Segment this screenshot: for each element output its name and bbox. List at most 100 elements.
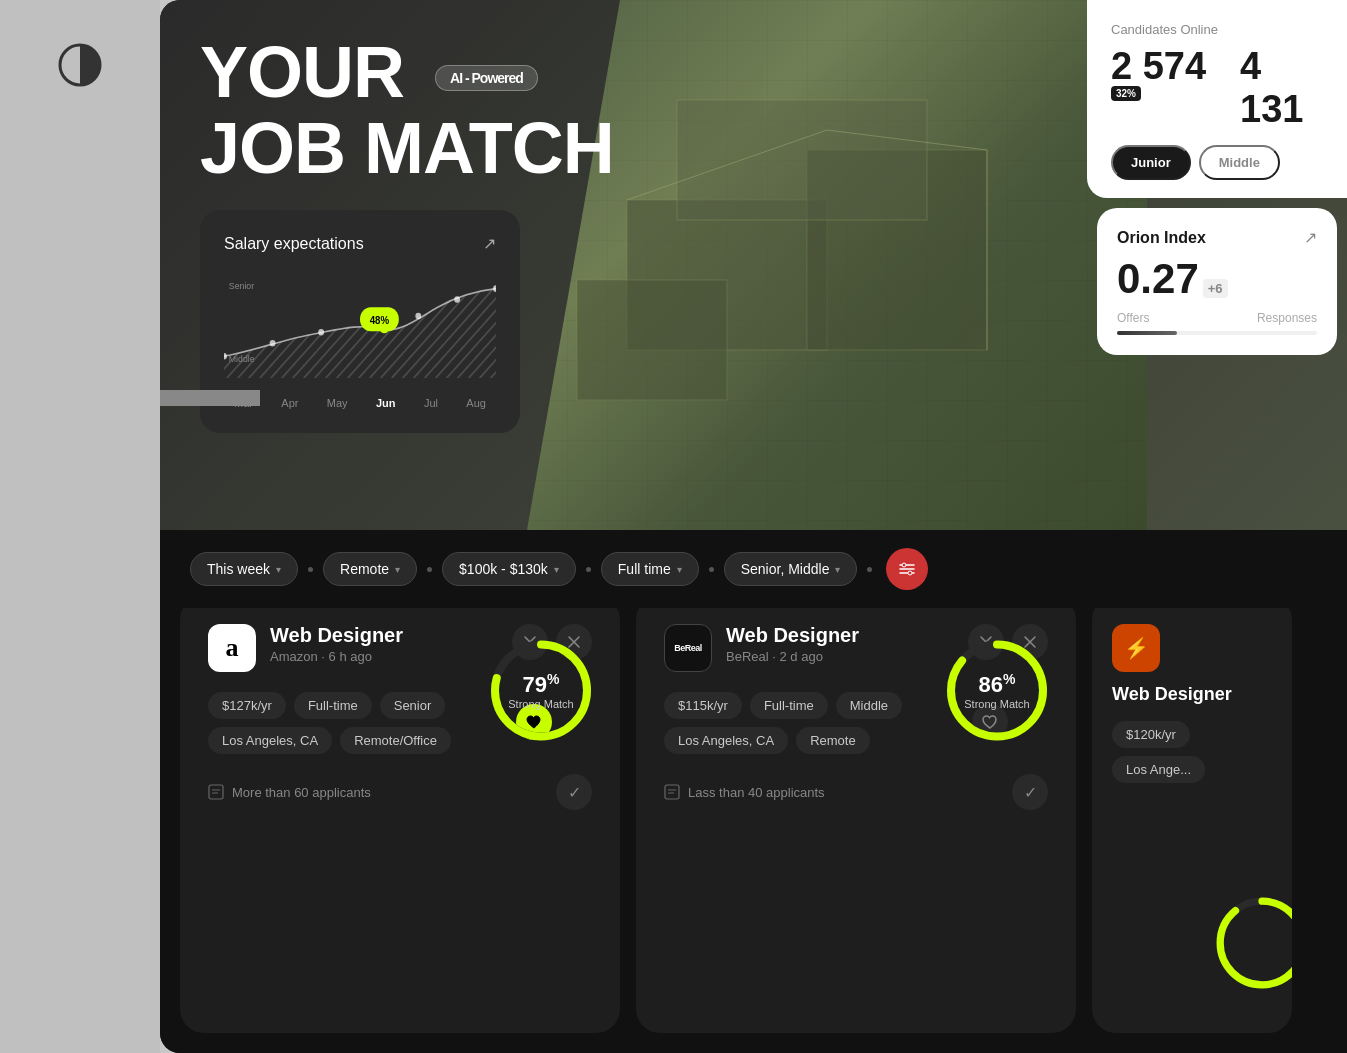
svg-text:Senior: Senior [229,280,254,291]
tag-location-1: Los Angeles, CA [208,727,332,754]
amazon-logo: a [208,624,256,672]
orion-offers-label: Offers [1117,311,1149,325]
tab-middle[interactable]: Middle [1199,145,1280,180]
hero-section: YOUR AI - Powered JOB MATCH Salary expec… [160,0,1347,530]
match-pct-2: 86% [964,671,1029,695]
chart-x-labels: Mar Apr May Jun Jul Aug [224,397,496,409]
svg-rect-27 [209,785,223,799]
candidates-tabs: Junior Middle [1111,145,1323,180]
svg-point-15 [415,313,421,320]
hero-background [527,0,1147,530]
jobs-area: a Web Designer Amazon · 6 h ago [160,596,1347,1053]
orion-card: Orion Index ↗ 0.27 +6 Offers Responses [1097,208,1337,355]
orion-delta: +6 [1203,279,1228,298]
svg-point-25 [902,563,906,567]
tag-type-1: Full-time [294,692,372,719]
svg-rect-32 [665,785,679,799]
job-2-meta: BeReal · 2 d ago [726,649,859,664]
orion-value: 0.27 +6 [1117,255,1317,303]
filter-settings-button[interactable] [886,548,928,590]
title-line2: JOB MATCH [200,108,614,188]
tag-work-2: Remote [796,727,870,754]
match-circle-1: 79% Strong Match [486,636,596,746]
job3-logo: ⚡ [1112,624,1160,672]
main-screen: YOUR AI - Powered JOB MATCH Salary expec… [160,0,1347,1053]
candidates-main-number: 2 574 32% [1111,45,1224,107]
job3-title: Web Designer [1112,684,1272,705]
x-label-may: May [327,397,348,409]
job-1-footer: More than 60 applicants ✓ [208,774,592,810]
svg-point-16 [454,296,460,303]
svg-point-26 [908,571,912,575]
filter-dot-4 [709,567,714,572]
job-2-applicants: Lass than 40 applicants [664,784,825,800]
filter-dot-1 [308,567,313,572]
match-label-1: Strong Match [508,698,573,710]
title-line1: YOUR [200,32,404,112]
tag-salary-1: $127k/yr [208,692,286,719]
salary-card-header: Salary expectations ↗ [224,234,496,253]
filter-type[interactable]: Full time ▾ [601,552,699,586]
svg-text:Middle: Middle [229,353,255,364]
filter-this-week[interactable]: This week ▾ [190,552,298,586]
match-label-2: Strong Match [964,698,1029,710]
orion-responses-label: Responses [1257,311,1317,325]
job-1-title: Web Designer [270,624,403,647]
tag-type-2: Full-time [750,692,828,719]
orion-arrow-icon[interactable]: ↗ [1304,228,1317,247]
tab-junior[interactable]: Junior [1111,145,1191,180]
svg-rect-4 [677,100,927,220]
job-1-meta: Amazon · 6 h ago [270,649,403,664]
salary-arrow-icon[interactable]: ↗ [483,234,496,253]
orion-bar-fill [1117,331,1177,335]
filter-dot-5 [867,567,872,572]
sidebar-logo [55,40,105,94]
ai-badge: AI - Powered [435,65,538,92]
orion-sub: Offers Responses [1117,311,1317,325]
hero-title: YOUR AI - Powered JOB MATCH [200,35,614,186]
match-circle-3-partial [1212,893,1292,993]
job-1-info: Web Designer Amazon · 6 h ago [270,624,403,664]
apply-button-1[interactable]: ✓ [556,774,592,810]
chevron-icon: ▾ [276,564,281,575]
filter-dot-3 [586,567,591,572]
candidates-numbers: 2 574 32% 4 131 [1111,45,1323,131]
tag-work-1: Remote/Office [340,727,451,754]
bereal-logo: BeReal [664,624,712,672]
filter-bar: This week ▾ Remote ▾ $100k - $130k ▾ Ful… [160,530,1347,608]
match-pct-1: 79% [508,671,573,695]
job-card-3-partial: ⚡ Web Designer $120k/yr Los Ange... [1092,596,1292,1033]
job-2-info: Web Designer BeReal · 2 d ago [726,624,859,664]
candidates-secondary-number: 4 131 [1240,45,1323,131]
job3-location: Los Ange... [1112,756,1205,783]
tag-level-1: Senior [380,692,446,719]
filter-level[interactable]: Senior, Middle ▾ [724,552,858,586]
salary-card-title: Salary expectations [224,235,364,253]
candidates-card: Candidates Online 2 574 32% 4 131 Junior… [1087,0,1347,198]
chevron-icon: ▾ [835,564,840,575]
chevron-icon: ▾ [395,564,400,575]
orion-bar [1117,331,1317,335]
svg-point-11 [270,340,276,347]
tag-salary-2: $115k/yr [664,692,742,719]
x-label-jun: Jun [376,397,396,409]
x-label-jul: Jul [424,397,438,409]
svg-point-12 [318,329,324,336]
tag-location-2: Los Angeles, CA [664,727,788,754]
filter-salary[interactable]: $100k - $130k ▾ [442,552,576,586]
orion-title: Orion Index [1117,229,1206,247]
svg-rect-5 [577,280,727,400]
job-2-footer: Lass than 40 applicants ✓ [664,774,1048,810]
filter-remote[interactable]: Remote ▾ [323,552,417,586]
candidates-badge: 32% [1111,86,1141,101]
candidates-title: Candidates Online [1111,22,1323,37]
svg-text:48%: 48% [370,314,389,326]
salary-chart: 48% Senior Middle [224,269,496,389]
job-card-2: BeReal Web Designer BeReal · 2 d ago [636,596,1076,1033]
filter-dot-2 [427,567,432,572]
chevron-icon: ▾ [677,564,682,575]
apply-button-2[interactable]: ✓ [1012,774,1048,810]
job3-salary: $120k/yr [1112,721,1190,748]
match-circle-2: 86% Strong Match [942,636,1052,746]
job-card-1: a Web Designer Amazon · 6 h ago [180,596,620,1033]
